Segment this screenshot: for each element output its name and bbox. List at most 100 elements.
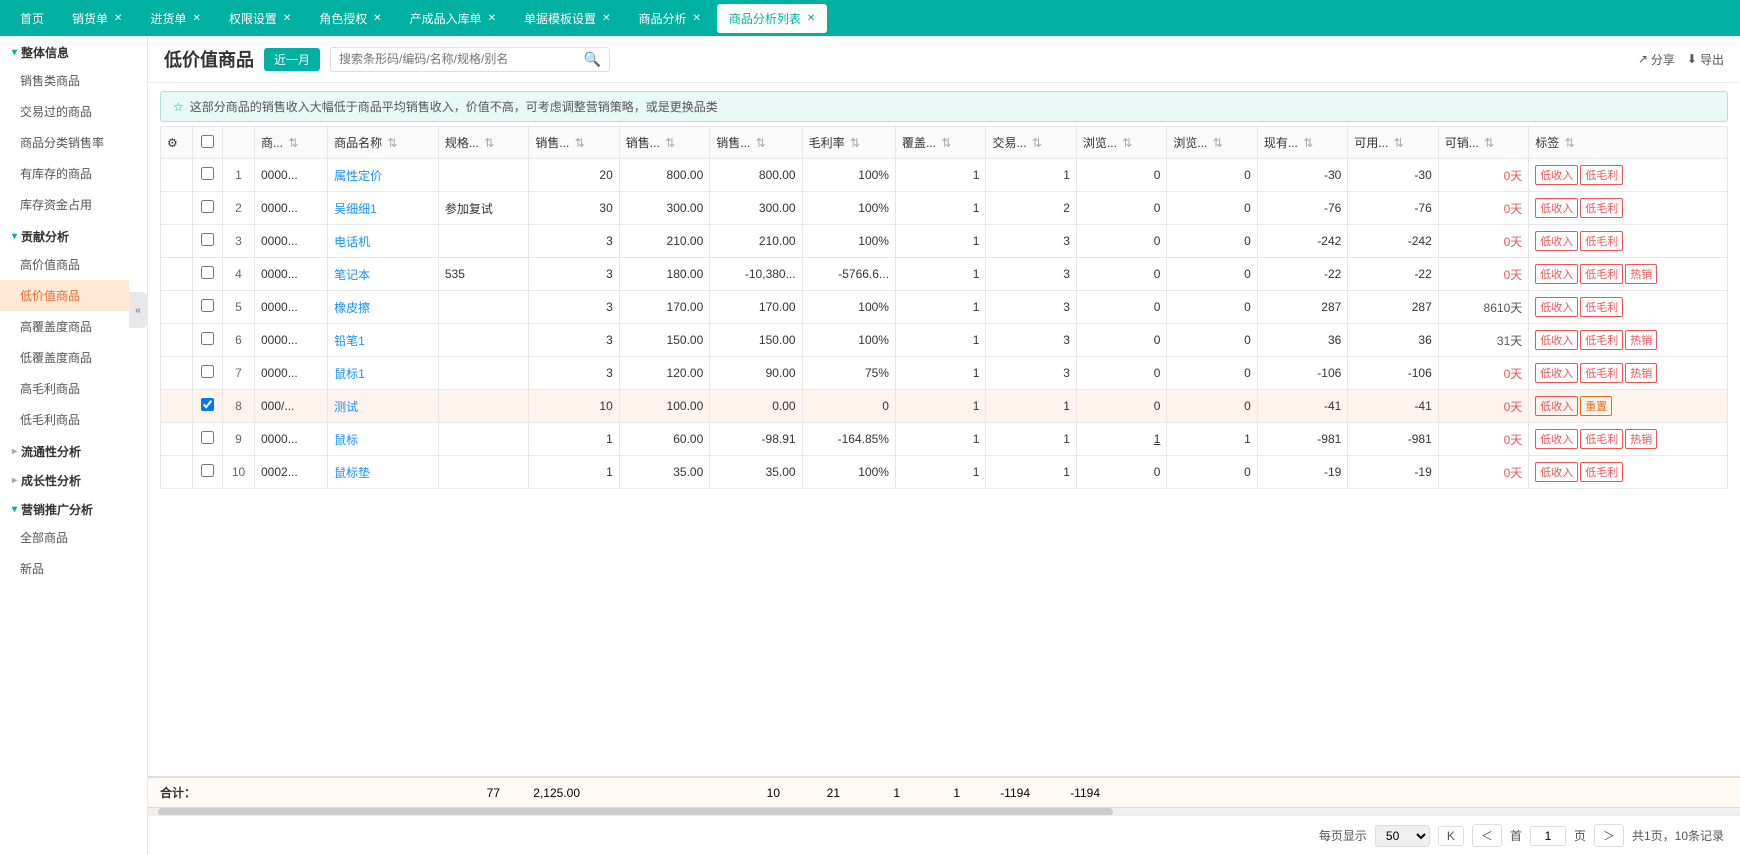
nav-product-analysis[interactable]: 商品分析 ✕ <box>626 4 712 33</box>
nav-close-permissions[interactable]: ✕ <box>283 13 291 24</box>
col-header-current[interactable]: 现有... ⇅ <box>1257 127 1347 159</box>
col-header-saleable[interactable]: 可销... ⇅ <box>1438 127 1528 159</box>
checkbox-cell[interactable] <box>193 357 223 390</box>
col-header-margin[interactable]: 毛利率 ⇅ <box>802 127 895 159</box>
col-header-sale3[interactable]: 销售... ⇅ <box>710 127 802 159</box>
row-name[interactable]: 电话机 <box>328 225 439 258</box>
share-btn[interactable]: ↗ 分享 <box>1638 51 1675 68</box>
checkbox-cell[interactable] <box>193 159 223 192</box>
row-col10[interactable]: 1 <box>1076 423 1166 456</box>
row-col10[interactable]: 0 <box>1076 291 1166 324</box>
row-name[interactable]: 鼠标垫 <box>328 456 439 489</box>
sidebar-item-low-margin[interactable]: 低毛利商品 <box>0 404 129 435</box>
prev-page-btn[interactable]: ＜ <box>1472 824 1502 847</box>
col-header-browse2[interactable]: 浏览... ⇅ <box>1167 127 1257 159</box>
nav-close-product-analysis-list[interactable]: ✕ <box>807 13 815 24</box>
row-col10[interactable]: 0 <box>1076 390 1166 423</box>
nav-close-sales[interactable]: ✕ <box>114 13 122 24</box>
sidebar-item-high-coverage[interactable]: 高覆盖度商品 <box>0 311 129 342</box>
row-checkbox[interactable] <box>201 365 214 378</box>
col-header-tags[interactable]: 标签 ⇅ <box>1529 127 1728 159</box>
nav-product-warehouse[interactable]: 产成品入库单 ✕ <box>398 4 508 33</box>
first-page-btn[interactable]: K <box>1438 826 1464 846</box>
sidebar-item-low-value[interactable]: 低价值商品 <box>0 280 129 311</box>
col-header-sale2[interactable]: 销售... ⇅ <box>619 127 709 159</box>
col-header-available[interactable]: 可用... ⇅ <box>1348 127 1438 159</box>
sidebar-item-stock-capital[interactable]: 库存资金占用 <box>0 189 129 220</box>
row-col5: 210.00 <box>619 225 709 258</box>
row-col10[interactable]: 0 <box>1076 324 1166 357</box>
nav-close-template[interactable]: ✕ <box>602 13 610 24</box>
sidebar-item-high-margin[interactable]: 高毛利商品 <box>0 373 129 404</box>
sidebar-item-low-coverage[interactable]: 低覆盖度商品 <box>0 342 129 373</box>
next-page-btn[interactable]: ＞ <box>1594 824 1624 847</box>
row-col10[interactable]: 0 <box>1076 456 1166 489</box>
checkbox-cell[interactable] <box>193 390 223 423</box>
row-col10[interactable]: 0 <box>1076 159 1166 192</box>
col-header-trade[interactable]: 交易... ⇅ <box>986 127 1076 159</box>
sidebar-collapse-btn[interactable]: « <box>129 292 147 328</box>
export-btn[interactable]: ⬇ 导出 <box>1687 51 1724 68</box>
nav-permissions[interactable]: 权限设置 ✕ <box>217 4 303 33</box>
sidebar-item-all-goods[interactable]: 全部商品 <box>0 522 129 553</box>
row-name[interactable]: 鼠标 <box>328 423 439 456</box>
row-checkbox[interactable] <box>201 266 214 279</box>
sidebar-item-traded-goods[interactable]: 交易过的商品 <box>0 96 129 127</box>
nav-close-product-analysis[interactable]: ✕ <box>692 13 700 24</box>
row-col10[interactable]: 0 <box>1076 258 1166 291</box>
row-checkbox[interactable] <box>201 431 214 444</box>
checkbox-cell[interactable] <box>193 456 223 489</box>
row-name[interactable]: 吴细细1 <box>328 192 439 225</box>
nav-sales[interactable]: 销货单 ✕ <box>60 4 134 33</box>
checkbox-cell[interactable] <box>193 192 223 225</box>
page-size-select[interactable]: 50 100 200 <box>1375 825 1430 847</box>
nav-close-purchase[interactable]: ✕ <box>192 13 200 24</box>
col-header-coverage[interactable]: 覆盖... ⇅ <box>895 127 985 159</box>
row-col10[interactable]: 0 <box>1076 357 1166 390</box>
row-col10[interactable]: 0 <box>1076 225 1166 258</box>
row-name[interactable]: 鼠标1 <box>328 357 439 390</box>
settings-icon[interactable]: ⚙ <box>167 136 178 150</box>
sidebar-item-high-value[interactable]: 高价值商品 <box>0 249 129 280</box>
nav-product-analysis-list[interactable]: 商品分析列表 ✕ <box>717 4 827 33</box>
col-header-spec[interactable]: 规格... ⇅ <box>438 127 528 159</box>
row-name[interactable]: 笔记本 <box>328 258 439 291</box>
row-name[interactable]: 橡皮擦 <box>328 291 439 324</box>
col-header-sale1[interactable]: 销售... ⇅ <box>529 127 619 159</box>
nav-close-product-warehouse[interactable]: ✕ <box>488 13 496 24</box>
row-checkbox[interactable] <box>201 233 214 246</box>
sidebar-item-category-rate[interactable]: 商品分类销售率 <box>0 127 129 158</box>
checkbox-cell[interactable] <box>193 324 223 357</box>
checkbox-cell[interactable] <box>193 258 223 291</box>
sidebar-item-sales-goods[interactable]: 销售类商品 <box>0 65 129 96</box>
page-input[interactable] <box>1530 826 1566 846</box>
checkbox-cell[interactable] <box>193 423 223 456</box>
col-header-code[interactable]: 商... ⇅ <box>255 127 328 159</box>
select-all-checkbox[interactable] <box>201 135 214 148</box>
col-header-browse1[interactable]: 浏览... ⇅ <box>1076 127 1166 159</box>
nav-home[interactable]: 首页 <box>8 4 56 33</box>
row-col6: 800.00 <box>710 159 802 192</box>
search-input[interactable] <box>339 52 580 66</box>
nav-roles[interactable]: 角色授权 ✕ <box>307 4 393 33</box>
nav-purchase[interactable]: 进货单 ✕ <box>138 4 212 33</box>
row-checkbox[interactable] <box>201 332 214 345</box>
row-col10[interactable]: 0 <box>1076 192 1166 225</box>
checkbox-cell[interactable] <box>193 291 223 324</box>
filter-recent-month-btn[interactable]: 近一月 <box>264 48 320 71</box>
row-checkbox[interactable] <box>201 299 214 312</box>
row-checkbox[interactable] <box>201 167 214 180</box>
row-name[interactable]: 测试 <box>328 390 439 423</box>
search-icon[interactable]: 🔍 <box>584 51 601 68</box>
row-checkbox[interactable] <box>201 398 214 411</box>
nav-template[interactable]: 单据模板设置 ✕ <box>512 4 622 33</box>
nav-close-roles[interactable]: ✕ <box>373 13 381 24</box>
row-checkbox[interactable] <box>201 200 214 213</box>
sidebar-item-new-goods[interactable]: 新品 <box>0 553 129 584</box>
col-header-name[interactable]: 商品名称 ⇅ <box>328 127 439 159</box>
row-name[interactable]: 铅笔1 <box>328 324 439 357</box>
sidebar-item-stock-goods[interactable]: 有库存的商品 <box>0 158 129 189</box>
checkbox-cell[interactable] <box>193 225 223 258</box>
row-checkbox[interactable] <box>201 464 214 477</box>
row-name[interactable]: 属性定价 <box>328 159 439 192</box>
